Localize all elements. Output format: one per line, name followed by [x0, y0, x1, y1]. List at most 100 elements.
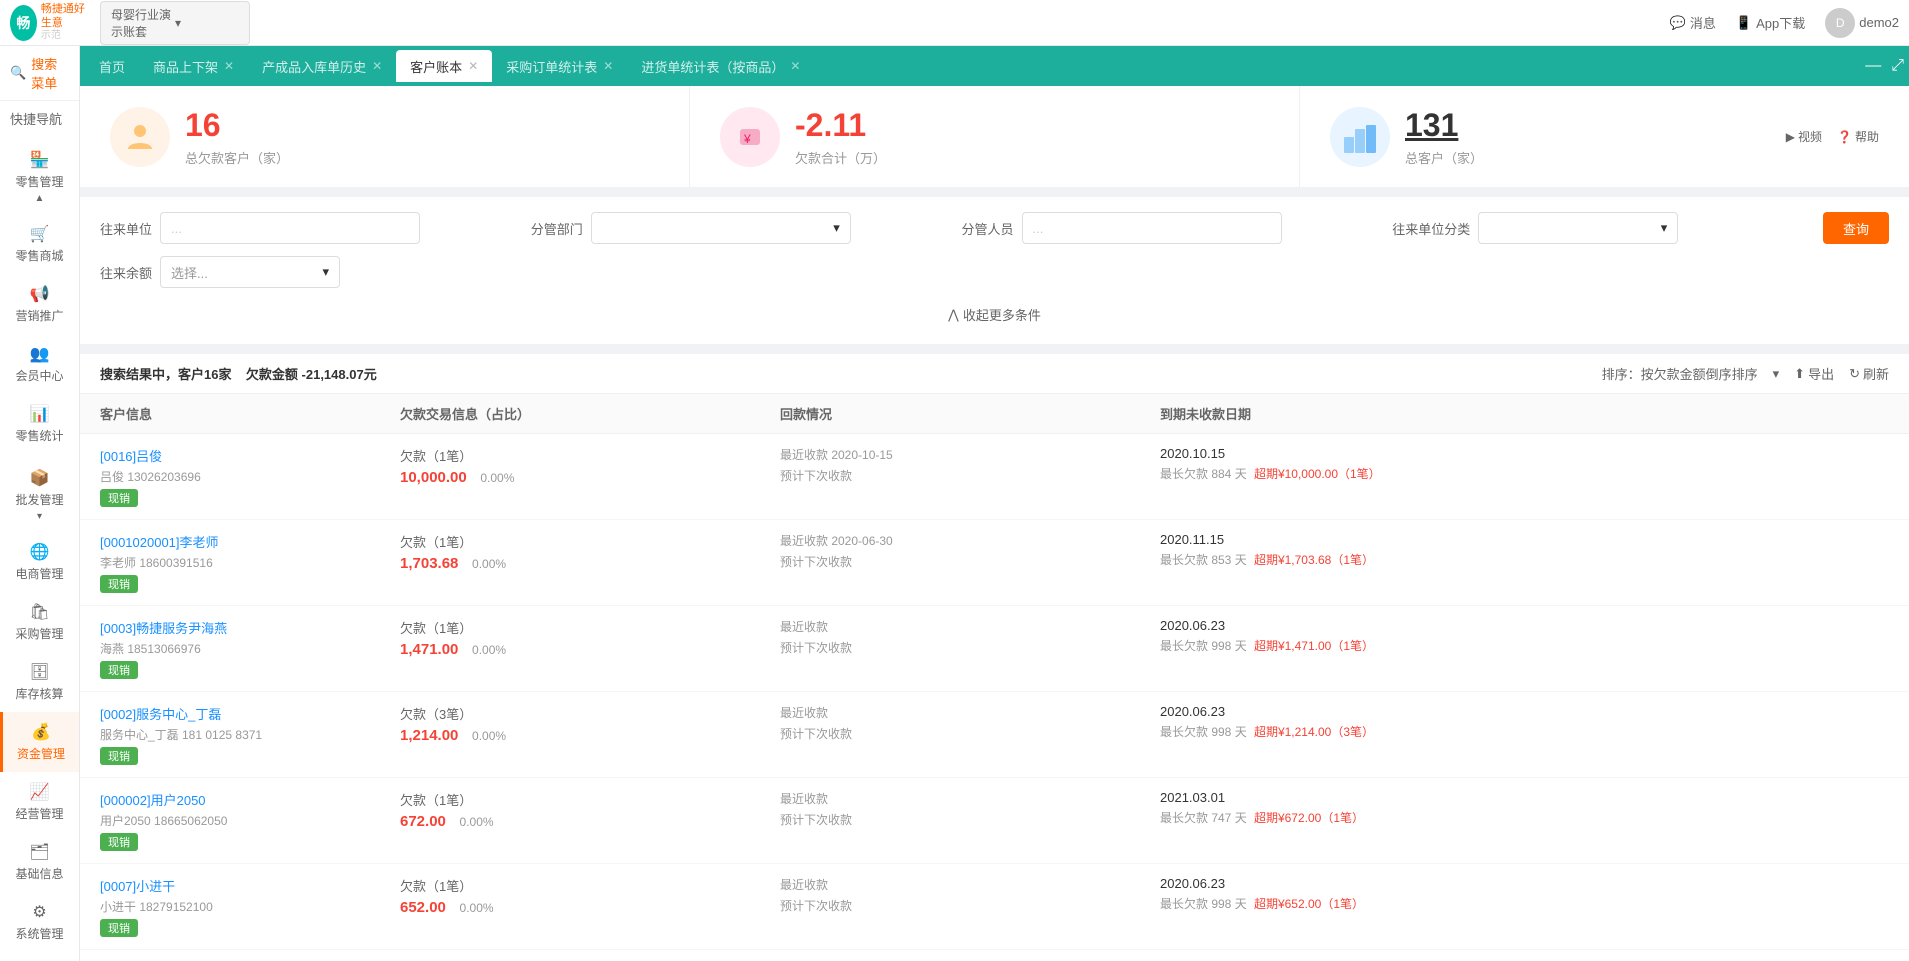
tab-close-purchase[interactable]: ✕	[603, 59, 613, 73]
tab-close-product[interactable]: ✕	[224, 59, 234, 73]
overdue-link-2[interactable]: 超期¥1,471.00（1笔）	[1254, 639, 1374, 653]
tab-product-offline[interactable]: 商品上下架 ✕	[139, 50, 248, 82]
overdue-date-4: 2021.03.01	[1160, 790, 1889, 805]
retail-icon: 🏪	[30, 150, 50, 170]
overdue-date-5: 2020.06.23	[1160, 876, 1889, 891]
refresh-btn[interactable]: ↻ 刷新	[1849, 364, 1889, 383]
debt-count-2: 欠款（1笔）	[400, 618, 780, 637]
customer-tag-4: 现销	[100, 833, 138, 851]
customer-name-5[interactable]: [0007]小进干	[100, 876, 400, 895]
tab-purchase-stats2[interactable]: 进货单统计表（按商品） ✕	[627, 50, 814, 82]
sidebar-item-retail-mall[interactable]: 🛒 零售商城	[0, 214, 79, 274]
tab-purchase-stats[interactable]: 采购订单统计表 ✕	[492, 50, 627, 82]
view-btn[interactable]: ▶ 视频	[1786, 128, 1822, 145]
tab-production-history[interactable]: 产成品入库单历史 ✕	[248, 50, 396, 82]
overdue-link-3[interactable]: 超期¥1,214.00（3笔）	[1254, 725, 1374, 739]
dept-dropdown-icon: ▾	[833, 220, 840, 236]
overdue-link-1[interactable]: 超期¥1,703.68（1笔）	[1254, 553, 1374, 567]
filter-person: 分管人员 ...	[962, 212, 1373, 244]
sidebar-item-marketing[interactable]: 📢 营销推广	[0, 274, 79, 334]
export-btn[interactable]: ⬆ 导出	[1794, 364, 1834, 383]
debt-amount-4: 672.00	[400, 813, 446, 830]
sort-label: 排序：按欠款金额倒序排序	[1602, 364, 1758, 383]
debt-total-icon: ¥	[720, 107, 780, 167]
payment-date-0: 最近收款 2020-10-15	[780, 446, 1160, 463]
tab-close-purchase2[interactable]: ✕	[790, 59, 800, 73]
payment-date-3: 最近收款	[780, 704, 1160, 721]
sort-dropdown-icon[interactable]: ▾	[1773, 366, 1780, 382]
logo-icon: 畅	[10, 5, 37, 41]
tab-min-icon[interactable]: —	[1865, 57, 1881, 75]
arrow-icon2: ▾	[37, 511, 42, 522]
header-date: 到期未收款日期	[1160, 404, 1889, 423]
customer-name-0[interactable]: [0016]吕俊	[100, 446, 400, 465]
help-btn[interactable]: ❓ 帮助	[1837, 128, 1879, 145]
debt-info-4: 欠款（1笔） 672.00 0.00%	[400, 790, 780, 830]
debt-info-1: 欠款（1笔） 1,703.68 0.00%	[400, 532, 780, 572]
total-customers-label: 总客户（家）	[1405, 148, 1771, 167]
marketing-icon: 📢	[30, 284, 50, 304]
dept-input[interactable]: ▾	[591, 212, 851, 244]
debt-customers-icon	[110, 107, 170, 167]
customer-name-4[interactable]: [000002]用户2050	[100, 790, 400, 809]
basic-icon: 🗂	[29, 842, 49, 862]
stats-icon: 📊	[30, 404, 50, 424]
sidebar-item-operation[interactable]: 📈 经营管理	[0, 772, 79, 832]
quick-nav-item[interactable]: 快捷导航	[0, 101, 79, 136]
search-button[interactable]: 查询	[1823, 212, 1889, 244]
finance-icon: 💰	[31, 722, 51, 742]
payment-info-2: 最近收款 预计下次收款	[780, 618, 1160, 656]
sidebar-item-basic[interactable]: 🗂 基础信息	[0, 832, 79, 892]
message-btn[interactable]: 💬 消息	[1670, 13, 1716, 32]
customer-tag-1: 现销	[100, 575, 138, 593]
tab-max-icon[interactable]: ⤢	[1891, 57, 1904, 75]
sidebar-item-batch[interactable]: 📦 批发管理 ▾	[0, 458, 79, 532]
tab-close-customer[interactable]: ✕	[468, 59, 478, 73]
person-label: 分管人员	[962, 219, 1014, 238]
due-date-3: 2020.06.23 最长欠款 998 天 超期¥1,214.00（3笔）	[1160, 704, 1889, 740]
overdue-link-4[interactable]: 超期¥672.00（1笔）	[1254, 811, 1364, 825]
unit-type-input[interactable]: ▾	[1478, 212, 1678, 244]
filter-dept: 分管部门 ▾	[531, 212, 942, 244]
debt-amount-5: 652.00	[400, 899, 446, 916]
due-date-5: 2020.06.23 最长欠款 998 天 超期¥652.00（1笔）	[1160, 876, 1889, 912]
from-unit-input[interactable]: ...	[160, 212, 420, 244]
sidebar-item-enterprise[interactable]: 🏢 企业协同	[0, 952, 79, 961]
customer-name-1[interactable]: [0001020001]李老师	[100, 532, 400, 551]
debt-amount-row-0: 10,000.00 0.00%	[400, 469, 780, 486]
person-input[interactable]: ...	[1022, 212, 1282, 244]
store-selector[interactable]: 母婴行业演示账套 ▾	[100, 1, 250, 45]
balance-input[interactable]: 选择... ▾	[160, 256, 340, 288]
sidebar-item-system[interactable]: ⚙ 系统管理	[0, 892, 79, 952]
sidebar-item-finance[interactable]: 💰 资金管理	[0, 712, 79, 772]
sidebar-item-retail-stats[interactable]: 📊 零售统计	[0, 394, 79, 454]
filter-from-unit: 往来单位 ...	[100, 212, 511, 244]
table-row: [0006]去下粮仓 陈小希 现销 欠款（1笔） 455.90 0.00%	[80, 950, 1909, 961]
search-menu-item[interactable]: 🔍 搜索菜单	[0, 46, 79, 101]
download-icon: 📱	[1736, 15, 1752, 31]
sidebar-item-ecommerce[interactable]: 🌐 电商管理	[0, 532, 79, 592]
app-download-btn[interactable]: 📱 App下载	[1736, 13, 1805, 32]
sidebar-item-member[interactable]: 👥 会员中心	[0, 334, 79, 394]
tab-home[interactable]: 首页	[85, 50, 139, 82]
customer-name-2[interactable]: [0003]畅捷服务尹海燕	[100, 618, 400, 637]
debt-amount-1: 1,703.68	[400, 555, 458, 572]
tab-close-production[interactable]: ✕	[372, 59, 382, 73]
sidebar-item-inventory[interactable]: 🗄 库存核算	[0, 652, 79, 712]
sidebar-item-retail[interactable]: 🏪 零售管理 ▲	[0, 140, 79, 214]
payment-date-2: 最近收款	[780, 618, 1160, 635]
debt-info-2: 欠款（1笔） 1,471.00 0.00%	[400, 618, 780, 658]
summary-cards: 16 总欠款客户（家） ¥ -2.11 欠	[80, 86, 1909, 187]
overdue-link-5[interactable]: 超期¥652.00（1笔）	[1254, 897, 1364, 911]
customer-name-3[interactable]: [0002]服务中心_丁磊	[100, 704, 400, 723]
overdue-link-0[interactable]: 超期¥10,000.00（1笔）	[1254, 467, 1381, 481]
table-row: [0016]吕俊 吕俊 13026203696 现销 欠款（1笔） 10,000…	[80, 434, 1909, 520]
due-date-1: 2020.11.15 最长欠款 853 天 超期¥1,703.68（1笔）	[1160, 532, 1889, 568]
collapse-row[interactable]: ⋀ 收起更多条件	[100, 300, 1889, 329]
user-menu[interactable]: D demo2	[1825, 8, 1899, 38]
header-payment: 回款情况	[780, 404, 1160, 423]
customer-phone-0: 吕俊 13026203696	[100, 468, 400, 485]
sidebar-item-purchase[interactable]: 🛍 采购管理	[0, 592, 79, 652]
due-date-0: 2020.10.15 最长欠款 884 天 超期¥10,000.00（1笔）	[1160, 446, 1889, 482]
tab-customer-account[interactable]: 客户账本 ✕	[396, 50, 492, 82]
